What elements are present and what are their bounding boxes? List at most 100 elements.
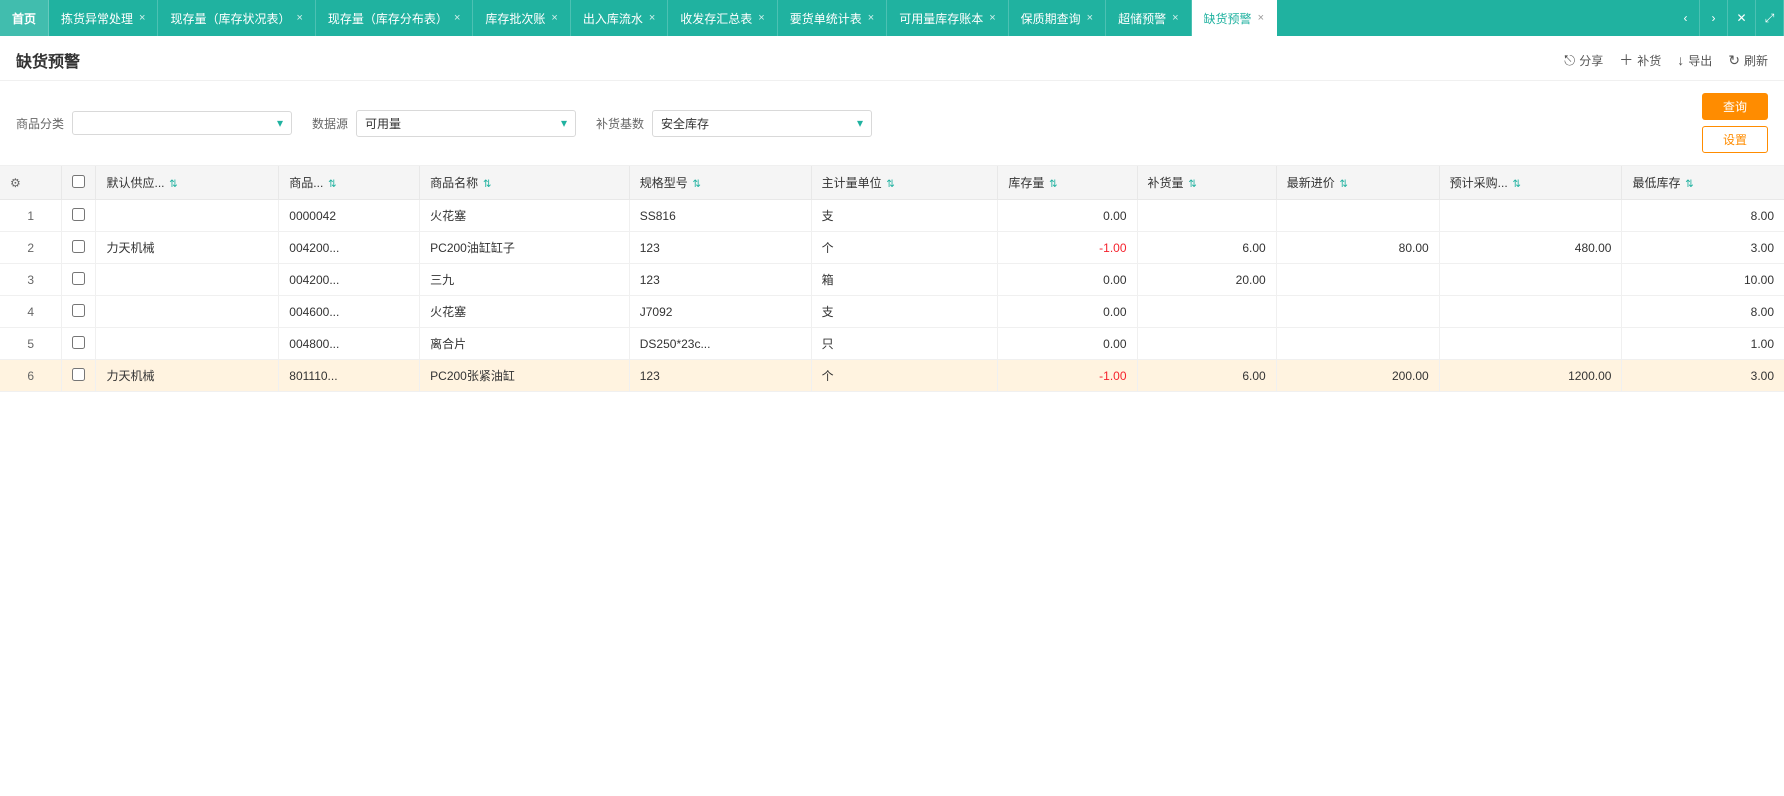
datasource-chevron-icon: ▾ (561, 116, 567, 130)
tab-close-receive-summary[interactable]: × (758, 12, 764, 24)
tab-item-home[interactable]: 首页 (0, 0, 49, 36)
category-filter-label: 商品分类 (16, 115, 64, 132)
tab-close-inventory-status[interactable]: × (296, 12, 302, 24)
tab-label-expiry-query: 保质期查询 (1021, 10, 1081, 27)
th-stock_qty[interactable]: 库存量 ⇅ (998, 166, 1137, 200)
replenish-action[interactable]: ＋ 补货 (1619, 50, 1661, 70)
td-product_code: 0000042 (279, 200, 420, 232)
tab-item-batch-account[interactable]: 库存批次账× (473, 0, 570, 36)
table-row[interactable]: 2力天机械004200...PC200油缸缸子123个-1.006.0080.0… (0, 232, 1784, 264)
td-latest_price: 80.00 (1276, 232, 1439, 264)
query-button[interactable]: 查询 (1702, 93, 1768, 120)
settings-button[interactable]: 设置 (1702, 126, 1768, 153)
tab-label-available-ledger: 可用量库存账本 (899, 10, 983, 27)
sort-icon-latest_price: ⇅ (1337, 179, 1348, 190)
row-checkbox[interactable] (72, 240, 85, 253)
th-replenish_qty[interactable]: 补货量 ⇅ (1137, 166, 1276, 200)
sort-icon-product_name: ⇅ (480, 179, 491, 190)
td-min_stock: 1.00 (1622, 328, 1784, 360)
table-row[interactable]: 6力天机械801110...PC200张紧油缸123个-1.006.00200.… (0, 360, 1784, 392)
refresh-action[interactable]: ↻ 刷新 (1728, 52, 1768, 69)
tab-item-inventory-status[interactable]: 现存量（库存状况表） × (158, 0, 315, 36)
sort-icon-product_code: ⇅ (325, 179, 336, 190)
th-min_stock[interactable]: 最低库存 ⇅ (1622, 166, 1784, 200)
th-label-est_purchase: 预计采购... (1450, 176, 1508, 190)
row-checkbox[interactable] (72, 272, 85, 285)
table-row[interactable]: 5004800...离合片DS250*23c...只0.001.00 (0, 328, 1784, 360)
tab-next-btn[interactable]: › (1700, 0, 1728, 36)
tab-item-receive-summary[interactable]: 收发存汇总表 × (668, 0, 777, 36)
replenish-basis-filter-group: 补货基数 安全库存 ▾ (596, 110, 872, 137)
td-checkbox[interactable] (62, 360, 96, 392)
td-checkbox[interactable] (62, 328, 96, 360)
replenish-basis-value: 安全库存 (661, 115, 709, 132)
tab-item-in-out-flow[interactable]: 出入库流水× (571, 0, 668, 36)
tab-close-order-stats[interactable]: × (868, 12, 874, 24)
share-action[interactable]: ⎋ 分享 (1564, 52, 1603, 69)
th-label-replenish_qty: 补货量 (1148, 176, 1184, 190)
tab-item-inventory-dist[interactable]: 现存量（库存分布表）× (316, 0, 473, 36)
th-est_purchase[interactable]: 预计采购... ⇅ (1439, 166, 1622, 200)
tab-item-overstock-warning[interactable]: 超储预警× (1106, 0, 1191, 36)
tab-expand-btn[interactable]: ⤢ (1756, 0, 1784, 36)
export-action[interactable]: ↓ 导出 (1677, 52, 1712, 69)
td-index: 1 (0, 200, 62, 232)
table-row[interactable]: 10000042火花塞SS816支0.008.00 (0, 200, 1784, 232)
tab-close-defect-process[interactable]: × (139, 12, 145, 24)
th-label-stock_qty: 库存量 (1008, 176, 1044, 190)
td-default_supplier (96, 264, 279, 296)
td-checkbox[interactable] (62, 296, 96, 328)
tab-label-receive-summary: 收发存汇总表 (680, 10, 752, 27)
tab-close-shortage-warning[interactable]: × (1258, 12, 1264, 24)
row-checkbox[interactable] (72, 208, 85, 221)
category-select[interactable]: ▾ (72, 111, 292, 135)
th-latest_price[interactable]: 最新进价 ⇅ (1276, 166, 1439, 200)
tab-item-available-ledger[interactable]: 可用量库存账本 × (887, 0, 1008, 36)
th-unit[interactable]: 主计量单位 ⇅ (811, 166, 998, 200)
td-product_code: 004800... (279, 328, 420, 360)
tab-close-inventory-dist[interactable]: × (454, 12, 460, 24)
tab-label-defect-process: 拣货异常处理 (61, 10, 133, 27)
td-min_stock: 8.00 (1622, 200, 1784, 232)
th-spec[interactable]: 规格型号 ⇅ (629, 166, 811, 200)
tab-close-available-ledger[interactable]: × (989, 12, 995, 24)
tab-close-in-out-flow[interactable]: × (649, 12, 655, 24)
tab-close-batch-account[interactable]: × (551, 12, 557, 24)
td-checkbox[interactable] (62, 200, 96, 232)
tab-close-expiry-query[interactable]: × (1087, 12, 1093, 24)
td-product_name: 离合片 (420, 328, 630, 360)
td-latest_price (1276, 264, 1439, 296)
tab-close-btn[interactable]: ✕ (1728, 0, 1756, 36)
row-checkbox[interactable] (72, 336, 85, 349)
td-product_name: 火花塞 (420, 296, 630, 328)
negative-value: -1.00 (1099, 369, 1126, 383)
tab-item-expiry-query[interactable]: 保质期查询 × (1009, 0, 1106, 36)
th-default_supplier[interactable]: 默认供应... ⇅ (96, 166, 279, 200)
td-product_name: 火花塞 (420, 200, 630, 232)
tab-item-defect-process[interactable]: 拣货异常处理 × (49, 0, 158, 36)
datasource-select[interactable]: 可用量 ▾ (356, 110, 576, 137)
row-checkbox[interactable] (72, 304, 85, 317)
table-row[interactable]: 4004600...火花塞J7092支0.008.00 (0, 296, 1784, 328)
td-checkbox[interactable] (62, 264, 96, 296)
td-stock_qty: 0.00 (998, 296, 1137, 328)
th-product_name[interactable]: 商品名称 ⇅ (420, 166, 630, 200)
tab-item-shortage-warning[interactable]: 缺货预警× (1192, 0, 1277, 36)
filter-action-buttons: 查询 设置 (1702, 93, 1768, 153)
tab-item-order-stats[interactable]: 要货单统计表× (778, 0, 887, 36)
tab-close-overstock-warning[interactable]: × (1172, 12, 1178, 24)
td-checkbox[interactable] (62, 232, 96, 264)
td-default_supplier (96, 200, 279, 232)
table-row[interactable]: 3004200...三九123箱0.0020.0010.00 (0, 264, 1784, 296)
tab-prev-btn[interactable]: ‹ (1672, 0, 1700, 36)
select-all-checkbox[interactable] (72, 175, 85, 188)
td-spec: 123 (629, 360, 811, 392)
table-header: ⚙ 默认供应... ⇅商品... ⇅商品名称 ⇅规格型号 ⇅主计量单位 ⇅库存量 … (0, 166, 1784, 200)
settings-gear-icon[interactable]: ⚙ (10, 176, 21, 190)
row-checkbox[interactable] (72, 368, 85, 381)
replenish-basis-select[interactable]: 安全库存 ▾ (652, 110, 872, 137)
td-replenish_qty: 6.00 (1137, 232, 1276, 264)
th-product_code[interactable]: 商品... ⇅ (279, 166, 420, 200)
replenish-icon: ＋ (1619, 50, 1633, 70)
tab-label-inventory-status: 现存量（库存状况表） (170, 10, 290, 27)
